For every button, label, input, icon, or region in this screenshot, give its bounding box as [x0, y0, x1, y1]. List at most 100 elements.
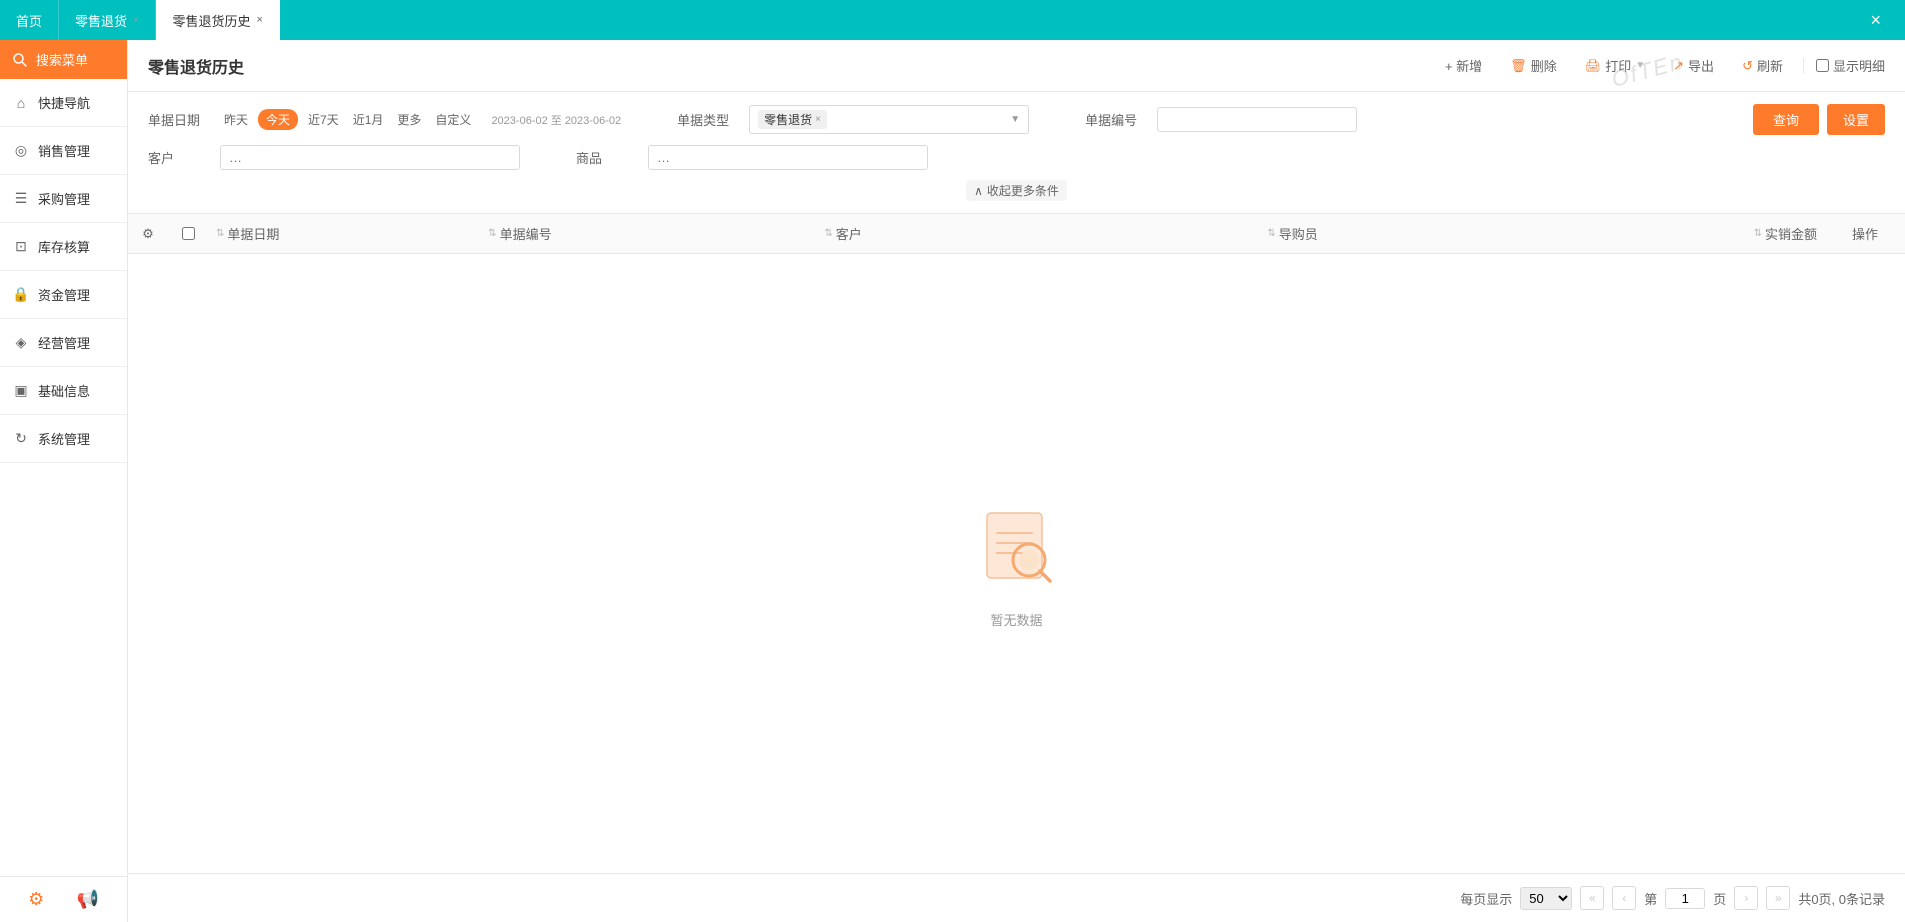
- th-settings[interactable]: ⚙: [128, 216, 168, 252]
- show-detail-label: 显示明细: [1833, 56, 1885, 75]
- tab-retail-return-history[interactable]: 零售退货历史 ×: [156, 0, 279, 40]
- column-settings-icon[interactable]: ⚙: [142, 226, 154, 242]
- sidebar: 搜索菜单 ⌂ 快捷导航 ◎ 销售管理 ☰ 采购管理 ⊡ 库存核算 🔒 资金管理 …: [0, 40, 128, 922]
- th-amount: ⇅ 实销金额: [1596, 214, 1825, 253]
- tab-retail-return-close[interactable]: ×: [133, 14, 139, 26]
- page-title: 零售退货历史: [148, 54, 244, 78]
- next-page-button[interactable]: ›: [1734, 886, 1758, 910]
- customer-label: 客户: [148, 148, 204, 167]
- prev-page-button[interactable]: ‹: [1612, 886, 1636, 910]
- tab-retail-return-history-close[interactable]: ×: [256, 14, 262, 26]
- print-icon: 🖨: [1585, 58, 1602, 74]
- print-button[interactable]: 🖨 打印 ▼: [1577, 52, 1653, 79]
- sidebar-item-basic-info[interactable]: ▣ 基础信息: [0, 367, 127, 415]
- settings-bottom-icon[interactable]: ⚙: [28, 889, 44, 910]
- sidebar-item-sales-mgmt[interactable]: ◎ 销售管理: [0, 127, 127, 175]
- sidebar-item-finance[interactable]: 🔒 资金管理: [0, 271, 127, 319]
- export-icon: ↗: [1673, 58, 1684, 74]
- th-doc-no-sort-icon[interactable]: ⇅: [488, 228, 496, 239]
- show-detail-checkbox[interactable]: [1816, 59, 1829, 72]
- doc-type-tag-close[interactable]: ×: [815, 114, 821, 125]
- sidebar-item-purchase-mgmt[interactable]: ☰ 采购管理: [0, 175, 127, 223]
- doc-no-input[interactable]: [1157, 107, 1357, 132]
- doc-type-select[interactable]: 零售退货 × ▼: [749, 105, 1029, 134]
- action-buttons: 查询 设置: [1753, 104, 1885, 135]
- sidebar-item-sales-label: 销售管理: [38, 141, 90, 160]
- page-label: 第: [1644, 889, 1657, 908]
- first-page-button[interactable]: «: [1580, 886, 1604, 910]
- refresh-button[interactable]: ↺ 刷新: [1734, 52, 1791, 79]
- inventory-icon: ⊡: [12, 238, 30, 256]
- last-page-button[interactable]: »: [1766, 886, 1790, 910]
- query-button[interactable]: 查询: [1753, 104, 1819, 135]
- sidebar-item-finance-label: 资金管理: [38, 285, 90, 304]
- tab-bar: 首页 零售退货 × 零售退货历史 ×: [0, 0, 1862, 40]
- table-header: ⚙ ⇅ 单据日期 ⇅ 单据编号 ⇅ 客户 ⇅: [128, 214, 1905, 254]
- top-bar: 首页 零售退货 × 零售退货历史 × ×: [0, 0, 1905, 40]
- per-page-label: 每页显示: [1460, 889, 1512, 908]
- th-checkbox[interactable]: [168, 217, 208, 250]
- tab-retail-return-history-label: 零售退货历史: [172, 11, 250, 30]
- export-button[interactable]: ↗ 导出: [1665, 52, 1722, 79]
- filter-area: 单据日期 昨天 今天 近7天 近1月 更多 自定义 2023-06-02 至 2…: [128, 92, 1905, 214]
- tab-retail-return[interactable]: 零售退货 ×: [59, 0, 156, 40]
- th-amount-sort-icon[interactable]: ⇅: [1754, 228, 1762, 239]
- customer-input[interactable]: [220, 145, 520, 170]
- setting-button[interactable]: 设置: [1827, 104, 1885, 135]
- collapse-filter-button[interactable]: ∧ 收起更多条件: [966, 180, 1067, 201]
- date-range-display: 2023-06-02 至 2023-06-02: [491, 112, 621, 128]
- sales-icon: ◎: [12, 142, 30, 160]
- purchase-icon: ☰: [12, 190, 30, 208]
- doc-type-arrow-icon: ▼: [1010, 114, 1020, 125]
- doc-type-tag: 零售退货 ×: [758, 110, 827, 129]
- th-doc-no: ⇅ 单据编号: [480, 214, 816, 253]
- th-guide-sort-icon[interactable]: ⇅: [1267, 228, 1275, 239]
- sidebar-item-system-label: 系统管理: [38, 429, 90, 448]
- delete-button[interactable]: 🗑 删除: [1502, 52, 1565, 79]
- th-customer-sort-icon[interactable]: ⇅: [824, 228, 832, 239]
- date-btn-custom[interactable]: 自定义: [431, 109, 475, 130]
- empty-illustration: [967, 498, 1067, 598]
- search-menu-button[interactable]: 搜索菜单: [0, 40, 127, 79]
- date-btn-yesterday[interactable]: 昨天: [220, 109, 252, 130]
- doc-type-select-content: 零售退货 ×: [758, 110, 1010, 129]
- export-button-label: 导出: [1688, 56, 1714, 75]
- sidebar-item-inventory[interactable]: ⊡ 库存核算: [0, 223, 127, 271]
- collapse-label: 收起更多条件: [987, 182, 1059, 199]
- print-button-label: 打印: [1605, 56, 1631, 75]
- sidebar-item-purchase-label: 采购管理: [38, 189, 90, 208]
- date-btn-1month[interactable]: 近1月: [349, 109, 388, 130]
- doc-no-label: 单据编号: [1085, 110, 1141, 129]
- goods-input[interactable]: [648, 145, 928, 170]
- doc-type-tag-label: 零售退货: [764, 111, 812, 128]
- th-op-label: 操作: [1852, 224, 1878, 243]
- per-page-select[interactable]: 50 10 20 100: [1520, 887, 1572, 910]
- th-amount-label: 实销金额: [1765, 224, 1817, 243]
- date-btn-today[interactable]: 今天: [258, 109, 298, 130]
- toolbar: + 新增 🗑 删除 🖨 打印 ▼ ↗ 导出 ↺ 刷新: [1437, 52, 1885, 79]
- new-button[interactable]: + 新增: [1437, 52, 1490, 79]
- date-btn-more[interactable]: 更多: [393, 109, 425, 130]
- show-detail-toggle[interactable]: 显示明细: [1816, 56, 1885, 75]
- volume-icon[interactable]: 📢: [76, 889, 98, 910]
- tab-home[interactable]: 首页: [0, 0, 59, 40]
- page-header: 零售退货历史 + 新增 🗑 删除 🖨 打印 ▼ ↗ 导出: [128, 40, 1905, 92]
- print-dropdown-icon: ▼: [1635, 60, 1645, 71]
- sidebar-item-operation[interactable]: ◈ 经营管理: [0, 319, 127, 367]
- date-btn-7days[interactable]: 近7天: [304, 109, 343, 130]
- sidebar-item-system[interactable]: ↻ 系统管理: [0, 415, 127, 463]
- window-close-button[interactable]: ×: [1862, 10, 1889, 31]
- page-number-input[interactable]: [1665, 888, 1705, 909]
- select-all-checkbox[interactable]: [182, 227, 195, 240]
- basic-info-icon: ▣: [12, 382, 30, 400]
- goods-label: 商品: [576, 148, 632, 167]
- sidebar-item-quick-nav[interactable]: ⌂ 快捷导航: [0, 79, 127, 127]
- new-button-label: + 新增: [1445, 56, 1482, 75]
- sidebar-item-quick-nav-label: 快捷导航: [38, 93, 90, 112]
- th-doc-date-sort-icon[interactable]: ⇅: [216, 228, 224, 239]
- collapse-icon: ∧: [974, 184, 983, 198]
- refresh-icon: ↺: [1742, 58, 1753, 74]
- filter-row-1: 单据日期 昨天 今天 近7天 近1月 更多 自定义 2023-06-02 至 2…: [148, 104, 1885, 135]
- sidebar-item-inventory-label: 库存核算: [38, 237, 90, 256]
- delete-button-label: 删除: [1531, 56, 1557, 75]
